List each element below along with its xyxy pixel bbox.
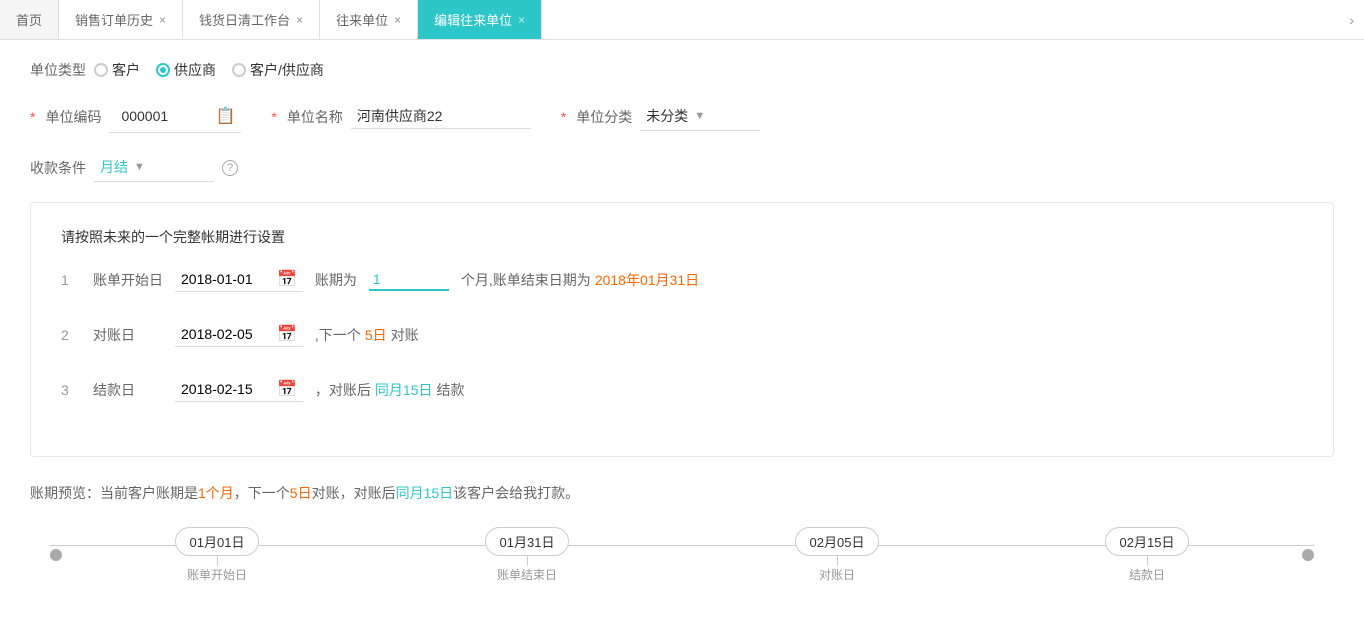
row-number-3: 3 (61, 382, 81, 398)
radio-circle-supplier (156, 63, 170, 77)
unit-category-group: * 单位分类 未分类 ▼ (561, 102, 760, 131)
tab-bar: 首页 销售订单历史 × 钱货日清工作台 × 往来单位 × 编辑往来单位 × › (0, 0, 1364, 40)
tab-home[interactable]: 首页 (0, 0, 59, 39)
unit-type-row: 单位类型 客户 供应商 客户/供应商 (30, 60, 1334, 80)
timeline-start-dot (50, 549, 62, 561)
tab-scroll-right[interactable]: › (1339, 0, 1364, 39)
unit-type-group: 单位类型 客户 供应商 客户/供应商 (30, 60, 324, 80)
payment-terms-select[interactable]: 月结 ▼ (94, 153, 214, 182)
timeline-bubble-4: 02月15日 (1105, 527, 1190, 556)
timeline-connector-v-1 (217, 556, 218, 566)
timeline-label-4: 结款日 (1129, 566, 1165, 583)
unit-category-select[interactable]: 未分类 ▼ (640, 102, 760, 131)
unit-code-group: * 单位编码 📋 (30, 100, 241, 133)
unit-code-icon[interactable]: 📋 (215, 106, 235, 126)
unit-category-label: 单位分类 (576, 107, 632, 127)
tab-sales-history[interactable]: 销售订单历史 × (59, 0, 183, 39)
payment-desc: ，对账后同月15日结款 (315, 380, 465, 400)
data-row-3: 3 结款日 📅 ，对账后同月15日结款 (61, 377, 1303, 402)
tab-edit-partner[interactable]: 编辑往来单位 × (418, 0, 542, 39)
unit-name-label: 单位名称 (287, 107, 343, 127)
timeline: 01月01日 账单开始日 01月31日 账单结束日 02月05日 对账日 (30, 527, 1334, 583)
timeline-label-2: 账单结束日 (497, 566, 557, 583)
payment-dropdown-arrow: ▼ (134, 161, 145, 173)
period-unit-desc: 个月,账单结束日期为 2018年01月31日 (461, 270, 699, 290)
unit-name-input[interactable] (351, 104, 531, 129)
row-label-reconcile: 对账日 (93, 325, 163, 345)
timeline-point-3: 02月05日 对账日 (682, 527, 992, 583)
timeline-end-dot (1302, 549, 1314, 561)
row-number-2: 2 (61, 327, 81, 343)
unit-code-label: 单位编码 (45, 107, 101, 127)
row-label-start: 账单开始日 (93, 270, 163, 290)
payment-terms-help[interactable]: ? (222, 160, 238, 176)
required-star-cat: * (561, 109, 566, 125)
end-date-highlight: 2018年01月31日 (595, 270, 699, 290)
timeline-connector-v-4 (1147, 556, 1148, 566)
payment-date-input-wrap: 📅 (175, 377, 303, 402)
timeline-label-1: 账单开始日 (187, 566, 247, 583)
category-dropdown-arrow: ▼ (694, 110, 705, 122)
panel-title: 请按照未来的一个完整帐期进行设置 (61, 227, 1303, 247)
unit-info-row: * 单位编码 📋 * 单位名称 * 单位分类 未分类 ▼ (30, 100, 1334, 133)
timeline-point-4: 02月15日 结款日 (992, 527, 1302, 583)
start-date-input[interactable] (181, 271, 271, 287)
payment-terms-row: 收款条件 月结 ▼ ? (30, 153, 1334, 182)
close-sales-history[interactable]: × (159, 13, 166, 27)
radio-group-unit-type: 客户 供应商 客户/供应商 (94, 60, 324, 80)
reconcile-date-calendar-icon[interactable]: 📅 (277, 324, 297, 344)
close-edit-partner[interactable]: × (518, 13, 525, 27)
reconcile-desc: ,下一个5日对账 (315, 325, 419, 345)
data-row-2: 2 对账日 📅 ,下一个5日对账 (61, 322, 1303, 347)
payment-date-calendar-icon[interactable]: 📅 (277, 379, 297, 399)
payment-terms-label: 收款条件 (30, 158, 86, 178)
required-star-name: * (271, 109, 276, 125)
radio-circle-customer (94, 63, 108, 77)
preview-reconcile-day: 5日 (290, 485, 312, 501)
timeline-bubble-3: 02月05日 (795, 527, 880, 556)
payment-terms-group: 收款条件 月结 ▼ ? (30, 153, 238, 182)
start-dot (50, 549, 62, 561)
radio-customer[interactable]: 客户 (94, 60, 140, 80)
timeline-bubble-1: 01月01日 (175, 527, 260, 556)
payment-date-input[interactable] (181, 381, 271, 397)
close-partner[interactable]: × (394, 13, 401, 27)
close-cash-work[interactable]: × (296, 13, 303, 27)
radio-supplier[interactable]: 供应商 (156, 60, 216, 80)
period-label: 账期为 (315, 270, 357, 290)
preview-text: 账期预览：当前客户账期是1个月，下一个5日对账，对账后同月15日该客户会给我打款… (30, 483, 1334, 503)
timeline-bubble-2: 01月31日 (485, 527, 570, 556)
main-content: 单位类型 客户 供应商 客户/供应商 * 单位编码 (0, 40, 1364, 619)
row-label-payment: 结款日 (93, 380, 163, 400)
row-number-1: 1 (61, 272, 81, 288)
reconcile-day-highlight: 5日 (365, 325, 387, 345)
period-input[interactable] (369, 269, 449, 291)
timeline-connector-v-3 (837, 556, 838, 566)
timeline-label-3: 对账日 (819, 566, 855, 583)
unit-type-label: 单位类型 (30, 60, 86, 80)
required-star-code: * (30, 109, 35, 125)
timeline-connector-v-2 (527, 556, 528, 566)
timeline-point-1: 01月01日 账单开始日 (62, 527, 372, 583)
unit-code-input-wrap: 📋 (109, 100, 241, 133)
start-date-calendar-icon[interactable]: 📅 (277, 269, 297, 289)
reconcile-date-input[interactable] (181, 326, 271, 342)
unit-code-input[interactable] (115, 104, 215, 128)
preview-section: 账期预览：当前客户账期是1个月，下一个5日对账，对账后同月15日该客户会给我打款… (30, 467, 1334, 599)
timeline-point-2: 01月31日 账单结束日 (372, 527, 682, 583)
start-date-input-wrap: 📅 (175, 267, 303, 292)
radio-both[interactable]: 客户/供应商 (232, 60, 324, 80)
reconcile-date-input-wrap: 📅 (175, 322, 303, 347)
settings-panel: 请按照未来的一个完整帐期进行设置 1 账单开始日 📅 账期为 个月,账单结束日期… (30, 202, 1334, 457)
end-dot (1302, 549, 1314, 561)
payment-day-highlight: 同月15日 (375, 380, 433, 400)
data-row-1: 1 账单开始日 📅 账期为 个月,账单结束日期为 2018年01月31日 (61, 267, 1303, 292)
tab-partner[interactable]: 往来单位 × (320, 0, 418, 39)
preview-months: 1个月 (198, 485, 234, 501)
radio-circle-both (232, 63, 246, 77)
tab-cash-work[interactable]: 钱货日清工作台 × (183, 0, 320, 39)
unit-name-group: * 单位名称 (271, 104, 530, 129)
preview-payment-day: 同月15日 (396, 485, 454, 501)
